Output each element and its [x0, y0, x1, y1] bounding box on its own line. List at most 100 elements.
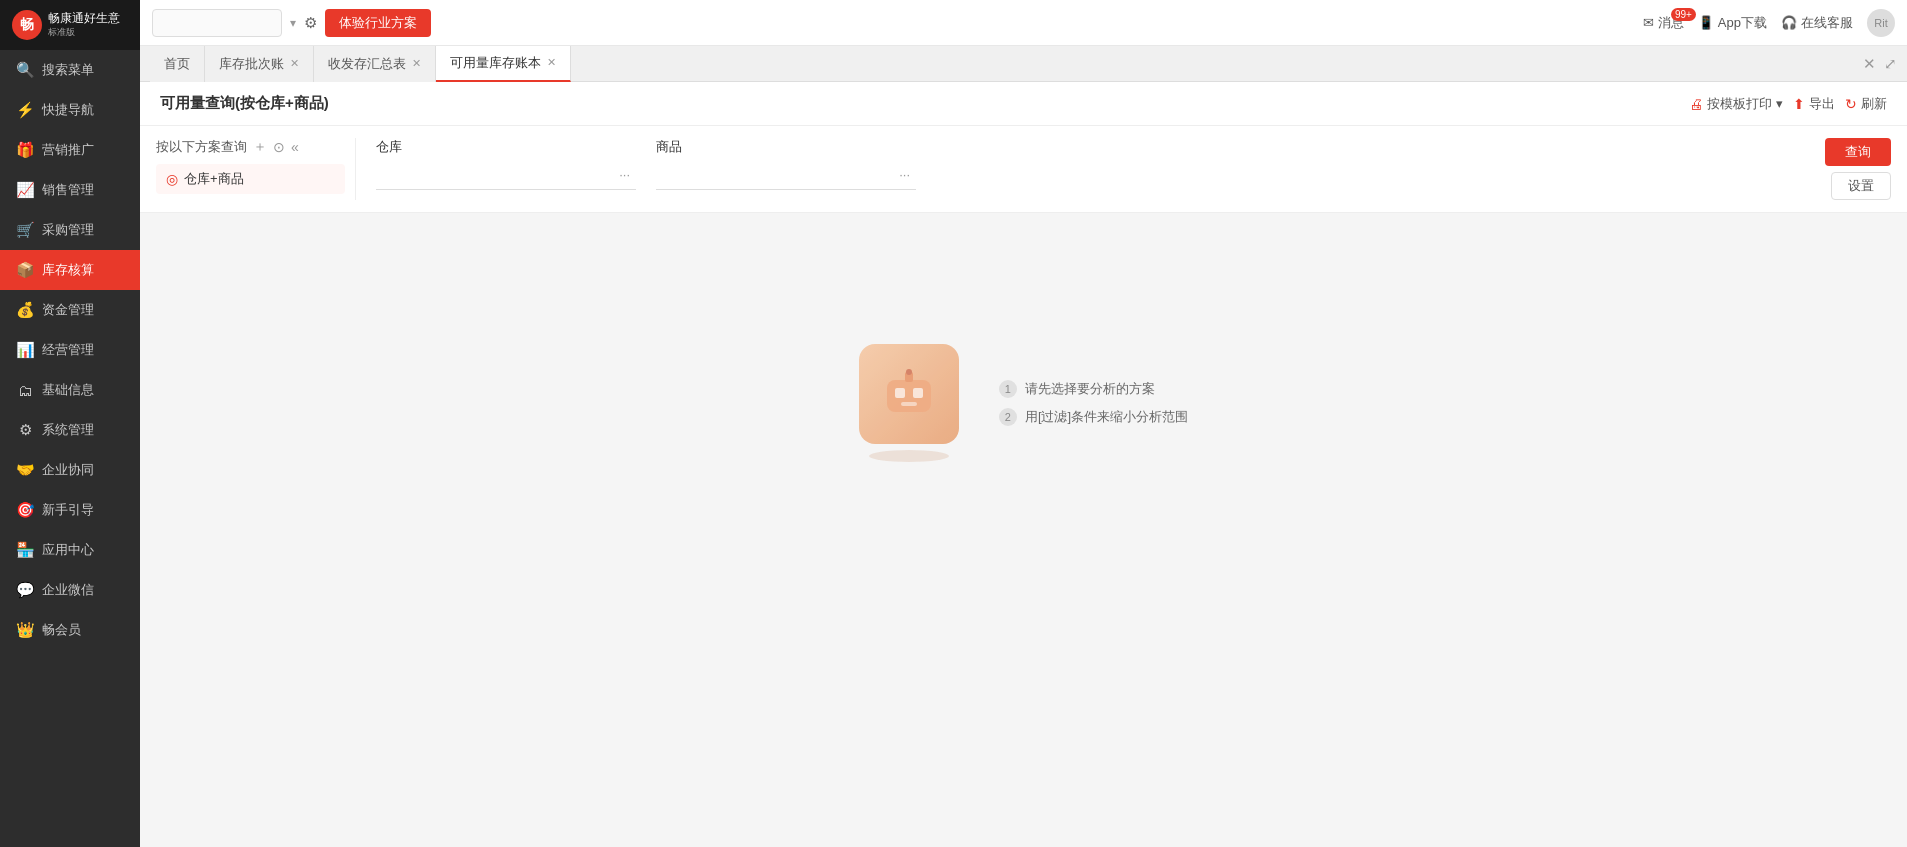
tab-label-home: 首页 [164, 55, 190, 73]
sidebar-item-purchase[interactable]: 🛒采购管理 [0, 210, 140, 250]
page-content: 可用量查询(按仓库+商品) 🖨 按模板打印 ▾ ⬆ 导出 ↻ 刷新 [140, 82, 1907, 847]
sidebar-item-wechat[interactable]: 💬企业微信 [0, 570, 140, 610]
empty-state: 1 请先选择要分析的方案 2 用[过滤]条件来缩小分析范围 [140, 213, 1907, 593]
tab-close-batch-ledger[interactable]: ✕ [290, 57, 299, 70]
close-window-icon[interactable]: ✕ [1863, 55, 1876, 73]
message-badge: 99+ [1671, 8, 1696, 21]
topbar-chevron-icon[interactable]: ▾ [290, 16, 296, 30]
topbar-online-service[interactable]: 🎧 在线客服 [1781, 14, 1853, 32]
sidebar-label-basic: 基础信息 [42, 381, 94, 399]
query-field-goods: 商品 ··· [656, 138, 916, 190]
query-actions: 查询 设置 [1825, 138, 1891, 200]
empty-hint-2: 2 用[过滤]条件来缩小分析范围 [999, 408, 1188, 426]
window-controls: ✕ ⤢ [1863, 55, 1897, 73]
sidebar-item-membership[interactable]: 👑畅会员 [0, 610, 140, 650]
svg-rect-0 [887, 380, 931, 412]
sidebar-item-system[interactable]: ⚙ 系统管理 [0, 410, 140, 450]
svg-rect-1 [895, 388, 905, 398]
empty-hint-1: 1 请先选择要分析的方案 [999, 380, 1188, 398]
sidebar-icon-search: 🔍 [16, 61, 34, 79]
tab-label-available-qty: 可用量库存账本 [450, 54, 541, 72]
sidebar-icon-system: ⚙ [16, 421, 34, 439]
sidebar-item-finance[interactable]: 💰资金管理 [0, 290, 140, 330]
sidebar-label-onboarding: 新手引导 [42, 501, 94, 519]
query-field-warehouse: 仓库 ··· [376, 138, 636, 190]
scheme-item-warehouse-goods[interactable]: ◎ 仓库+商品 [156, 164, 345, 194]
sidebar-label-system: 系统管理 [42, 421, 94, 439]
sidebar-icon-onboarding: 🎯 [16, 501, 34, 519]
sidebar-item-basic[interactable]: 🗂基础信息 [0, 370, 140, 410]
export-icon: ⬆ [1793, 96, 1805, 112]
topbar-right: ✉ 消息 99+ 📱 App下载 🎧 在线客服 Rit [1643, 9, 1895, 37]
empty-hint-1-text: 请先选择要分析的方案 [1025, 380, 1155, 398]
sidebar-item-quick-nav[interactable]: ⚡ 快捷导航 [0, 90, 140, 130]
settings-button[interactable]: 设置 [1831, 172, 1891, 200]
sidebar-icon-membership: 👑 [16, 621, 34, 639]
trial-industry-button[interactable]: 体验行业方案 [325, 9, 431, 37]
field-goods-label: 商品 [656, 138, 916, 156]
sidebar-item-search[interactable]: 🔍搜索菜单 [0, 50, 140, 90]
logo-badge: 标准版 [48, 26, 120, 39]
settings-scheme-icon[interactable]: ⊙ [273, 139, 285, 155]
sidebar-item-inventory[interactable]: 📦库存核算 [0, 250, 140, 290]
tab-batch-ledger[interactable]: 库存批次账 ✕ [205, 46, 314, 82]
sidebar-icon-sales: 📈 [16, 181, 34, 199]
topbar-app-download[interactable]: 📱 App下载 [1698, 14, 1767, 32]
sidebar-icon-purchase: 🛒 [16, 221, 34, 239]
field-goods-input[interactable]: ··· [656, 160, 916, 190]
tab-label-batch-ledger: 库存批次账 [219, 55, 284, 73]
add-scheme-icon[interactable]: ＋ [253, 138, 267, 156]
scheme-item-label: 仓库+商品 [184, 170, 244, 188]
query-section-title: 按以下方案查询 [156, 138, 247, 156]
empty-robot-icon [859, 344, 959, 444]
tab-close-receipt-summary[interactable]: ✕ [412, 57, 421, 70]
refresh-button[interactable]: ↻ 刷新 [1845, 95, 1887, 113]
sidebar-label-quick-nav: 快捷导航 [42, 101, 94, 119]
goods-more-icon[interactable]: ··· [899, 167, 910, 182]
query-button[interactable]: 查询 [1825, 138, 1891, 166]
field-warehouse-label: 仓库 [376, 138, 636, 156]
topbar-gear-icon[interactable]: ⚙ [304, 14, 317, 32]
topbar-search-input[interactable] [152, 9, 282, 37]
page-header-actions: 🖨 按模板打印 ▾ ⬆ 导出 ↻ 刷新 [1689, 95, 1887, 113]
sidebar-item-enterprise[interactable]: 🤝企业协同 [0, 450, 140, 490]
svg-rect-3 [901, 402, 917, 406]
sidebar-icon-appstore: 🏪 [16, 541, 34, 559]
sidebar-item-marketing[interactable]: 🎁营销推广 [0, 130, 140, 170]
print-chevron-icon: ▾ [1776, 96, 1783, 111]
sidebar-item-operations[interactable]: 📊经营管理 [0, 330, 140, 370]
print-icon: 🖨 [1689, 96, 1703, 112]
print-template-button[interactable]: 🖨 按模板打印 ▾ [1689, 95, 1783, 113]
tabbar: 首页库存批次账✕收发存汇总表✕可用量库存账本✕ ✕ ⤢ [140, 46, 1907, 82]
user-avatar[interactable]: Rit [1867, 9, 1895, 37]
sidebar-label-inventory: 库存核算 [42, 261, 94, 279]
warehouse-more-icon[interactable]: ··· [619, 167, 630, 182]
sidebar-item-appstore[interactable]: 🏪应用中心 [0, 530, 140, 570]
collapse-scheme-icon[interactable]: « [291, 139, 299, 155]
svg-point-5 [906, 369, 912, 375]
sidebar-label-finance: 资金管理 [42, 301, 94, 319]
field-warehouse-input[interactable]: ··· [376, 160, 636, 190]
empty-shadow [869, 450, 949, 462]
topbar-message[interactable]: ✉ 消息 99+ [1643, 14, 1684, 32]
tab-receipt-summary[interactable]: 收发存汇总表✕ [314, 46, 436, 82]
logo-icon: 畅 [12, 10, 42, 40]
maximize-window-icon[interactable]: ⤢ [1884, 55, 1897, 73]
sidebar-item-sales[interactable]: 📈销售管理 [0, 170, 140, 210]
sidebar-nav: 🔍搜索菜单 ⚡ 快捷导航 🎁营销推广📈销售管理🛒采购管理📦库存核算💰资金管理📊经营管理… [0, 50, 140, 847]
tab-close-available-qty[interactable]: ✕ [547, 56, 556, 69]
empty-hints: 1 请先选择要分析的方案 2 用[过滤]条件来缩小分析范围 [999, 380, 1188, 426]
topbar: ▾ ⚙ 体验行业方案 ✉ 消息 99+ 📱 App下载 🎧 在线客服 Rit [140, 0, 1907, 46]
tab-available-qty[interactable]: 可用量库存账本 ✕ [436, 46, 571, 82]
sidebar-icon-quick-nav: ⚡ [16, 101, 34, 119]
sidebar-item-onboarding[interactable]: 🎯 新手引导 [0, 490, 140, 530]
tab-home[interactable]: 首页 [150, 46, 205, 82]
query-area: 按以下方案查询 ＋ ⊙ « ◎ 仓库+商品 仓库 ··· [140, 126, 1907, 213]
export-button[interactable]: ⬆ 导出 [1793, 95, 1835, 113]
logo-name: 畅康通好生意 [48, 11, 120, 27]
page-title: 可用量查询(按仓库+商品) [160, 94, 329, 113]
sidebar-icon-enterprise: 🤝 [16, 461, 34, 479]
sidebar-icon-marketing: 🎁 [16, 141, 34, 159]
scheme-item-icon: ◎ [166, 171, 178, 187]
main-content: ▾ ⚙ 体验行业方案 ✉ 消息 99+ 📱 App下载 🎧 在线客服 Rit [140, 0, 1907, 847]
